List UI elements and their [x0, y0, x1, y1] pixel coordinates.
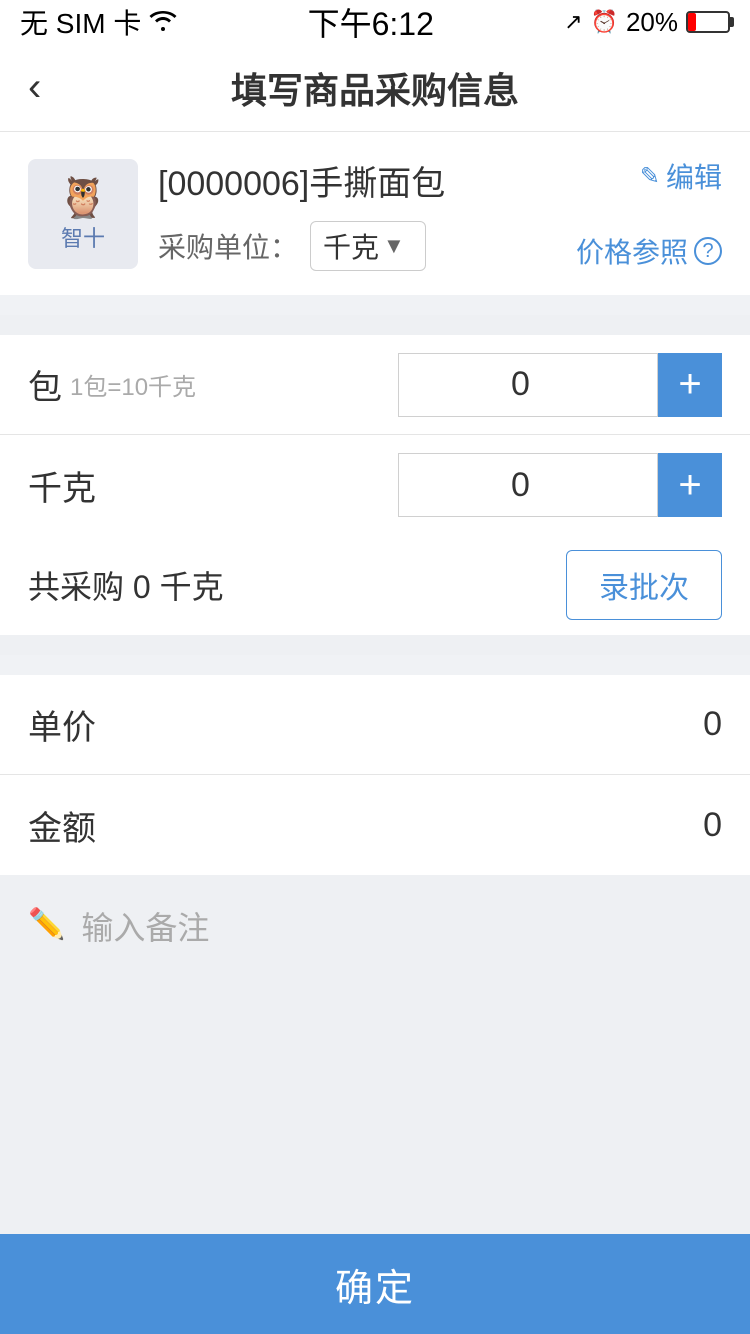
bao-input[interactable] — [398, 353, 658, 417]
owl-icon: 🦉 — [58, 174, 108, 221]
bao-plus-button[interactable]: + — [658, 353, 722, 417]
thumb-text: 智十 — [61, 221, 105, 253]
kg-input[interactable] — [398, 453, 658, 517]
kg-label: 千克 — [28, 461, 96, 510]
amount-label: 金额 — [28, 801, 96, 850]
pencil-icon: ✏️ — [28, 907, 65, 942]
status-right: ↗ ⏰ 20% — [564, 7, 730, 38]
remark-placeholder: 输入备注 — [81, 903, 209, 949]
bao-input-row: 包 1包=10千克 + — [0, 335, 750, 435]
status-bar: 无 SIM 卡 下午6:12 ↗ ⏰ 20% — [0, 0, 750, 44]
section-separator-1 — [0, 315, 750, 335]
status-left: 无 SIM 卡 — [20, 2, 177, 42]
page-title: 填写商品采购信息 — [231, 62, 519, 114]
summary-text: 共采购 0 千克 — [28, 562, 224, 608]
amount-value: 0 — [703, 806, 722, 845]
edit-icon: ✎ — [640, 162, 660, 191]
unit-price-label: 单价 — [28, 700, 96, 749]
battery-indicator — [686, 11, 730, 33]
bao-sublabel: 1包=10千克 — [70, 367, 196, 402]
product-name: [0000006]手撕面包 — [158, 156, 722, 205]
wifi-icon — [149, 6, 177, 38]
unit-value: 千克 — [323, 226, 379, 266]
gps-icon: ↗ — [564, 9, 582, 35]
dropdown-arrow-icon: ▼ — [383, 233, 405, 259]
kg-input-right: + — [398, 453, 722, 517]
nav-bar: ‹ 填写商品采购信息 — [0, 44, 750, 132]
status-time: 下午6:12 — [308, 0, 434, 45]
record-batch-button[interactable]: 录批次 — [566, 550, 722, 620]
battery-percent: 20% — [626, 7, 678, 38]
amount-row: 金额 0 — [0, 775, 750, 875]
product-card: 🦉 智十 [0000006]手撕面包 采购单位： 千克 ▼ ✎ 编辑 价格参照 … — [0, 132, 750, 295]
carrier-label: 无 SIM 卡 — [20, 2, 141, 42]
confirm-button[interactable]: 确定 — [335, 1257, 415, 1312]
product-thumbnail: 🦉 智十 — [28, 159, 138, 269]
bottom-bar: 确定 — [0, 1234, 750, 1334]
detail-section: 单价 0 金额 0 — [0, 675, 750, 875]
kg-input-row: 千克 + — [0, 435, 750, 535]
back-button[interactable]: ‹ — [28, 65, 41, 110]
kg-plus-button[interactable]: + — [658, 453, 722, 517]
section-separator-2 — [0, 635, 750, 655]
edit-button[interactable]: ✎ 编辑 — [640, 156, 722, 196]
unit-price-row: 单价 0 — [0, 675, 750, 775]
bao-label: 包 — [28, 360, 62, 409]
unit-price-value: 0 — [703, 705, 722, 744]
content-area: 🦉 智十 [0000006]手撕面包 采购单位： 千克 ▼ ✎ 编辑 价格参照 … — [0, 132, 750, 1295]
price-ref-button[interactable]: 价格参照 ? — [576, 231, 722, 271]
help-icon: ? — [694, 237, 722, 265]
bao-input-right: + — [398, 353, 722, 417]
alarm-icon: ⏰ — [591, 9, 618, 35]
summary-row: 共采购 0 千克 录批次 — [0, 535, 750, 635]
unit-label: 采购单位： — [158, 226, 298, 266]
quantity-input-section: 包 1包=10千克 + 千克 + — [0, 335, 750, 535]
remark-section[interactable]: ✏️ 输入备注 — [0, 875, 750, 1015]
unit-selector[interactable]: 千克 ▼ — [310, 221, 426, 271]
